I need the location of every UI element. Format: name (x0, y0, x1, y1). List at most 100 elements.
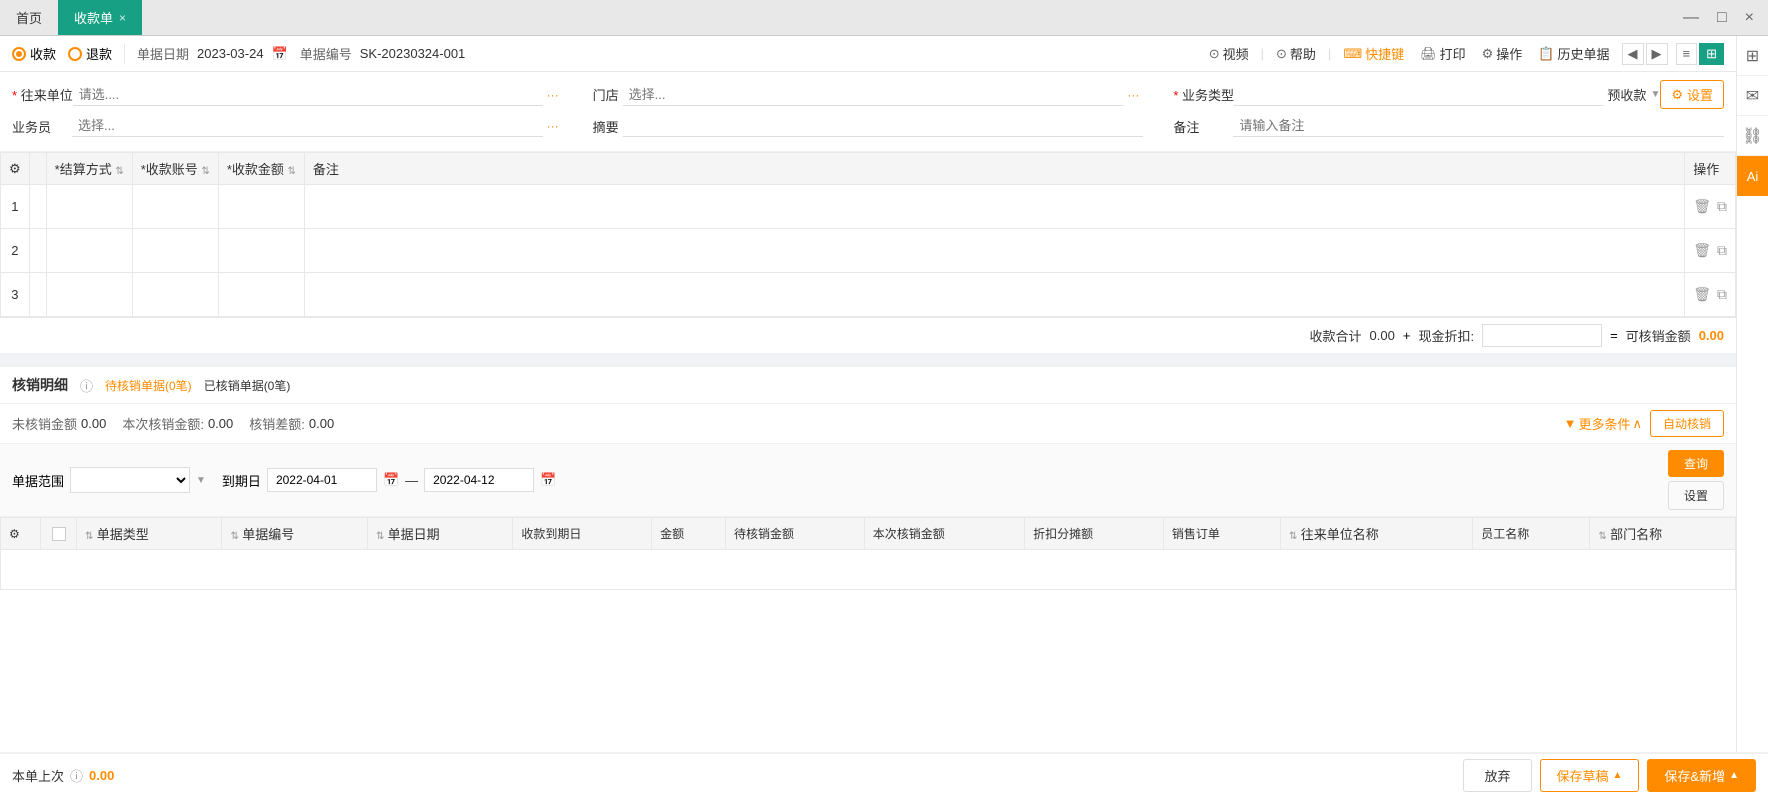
business-type-settings-btn[interactable]: ⚙ 设置 (1660, 80, 1724, 109)
business-type-input[interactable] (1234, 84, 1603, 106)
email-sidebar-icon[interactable]: ✉ (1737, 76, 1768, 116)
filter-right: ▼ 更多条件 ∧ 自动核销 (1564, 410, 1724, 437)
chevron-up-icon: ∧ (1632, 416, 1642, 432)
col-receipt-account-header: *收款账号 ⇅ (132, 153, 218, 185)
settings-icon: ⚙ (1671, 87, 1683, 103)
operation-btn[interactable]: ⚙ 操作 (1478, 42, 1527, 65)
business-type-arrow[interactable]: ▼ (1650, 89, 1660, 100)
due-date-start-input[interactable] (267, 468, 377, 492)
row-2-copy-icon[interactable]: ⧉ (1717, 242, 1727, 259)
section-title: 核销明细 (12, 375, 68, 395)
table-sidebar-icon[interactable]: ⊞ (1737, 36, 1768, 76)
row-1-action: 🗑 ⧉ (1685, 185, 1736, 229)
table-row: 1 🗑 ⧉ (1, 185, 1736, 229)
grid-view-btn[interactable]: ⊞ (1699, 43, 1724, 65)
due-date-end-input[interactable] (424, 468, 534, 492)
save-new-btn[interactable]: 保存&新增 ▲ (1647, 759, 1736, 792)
save-new-arrow[interactable]: ▲ (1729, 770, 1736, 781)
row-3-receipt-account[interactable] (132, 273, 218, 317)
row-2-receipt-account[interactable] (132, 229, 218, 273)
counterpart-more-btn[interactable]: ··· (543, 88, 563, 102)
col-settings-header[interactable]: ⚙ (1, 153, 30, 185)
video-label: 视频 (1223, 44, 1249, 63)
counterpart-input[interactable] (73, 84, 543, 106)
info-icon[interactable]: ⓘ (80, 376, 93, 395)
receipt-table: ⚙ *结算方式 ⇅ *收款账号 ⇅ (0, 152, 1736, 317)
done-tab[interactable]: 已核销单据(0笔) (204, 377, 291, 394)
list-view-btn[interactable]: ≡ (1676, 43, 1698, 65)
tab-close-icon[interactable]: × (119, 11, 126, 25)
tab-home[interactable]: 首页 (0, 0, 58, 35)
summary-input[interactable] (623, 115, 1144, 137)
doc-date-info: 单据日期 2023-03-24 📅 (137, 44, 288, 63)
pending-tab[interactable]: 待核销单据(0笔) (105, 377, 192, 394)
cal-end-icon[interactable]: 📅 (540, 472, 556, 488)
abandon-btn[interactable]: 放弃 (1463, 759, 1531, 792)
row-1-copy-icon[interactable]: ⧉ (1717, 198, 1727, 215)
save-draft-btn[interactable]: 保存草稿 ▲ (1540, 759, 1640, 792)
row-2-num: 2 (1, 229, 30, 273)
tab-receipt-label: 收款单 (74, 8, 113, 27)
ai-sidebar-icon[interactable]: Ai (1737, 156, 1768, 196)
save-draft-arrow[interactable]: ▲ (1613, 770, 1623, 781)
bottom-table-header-row: ⚙ ⇅ 单据类型 (1, 518, 1736, 550)
col-settings-bottom[interactable]: ⚙ (1, 518, 41, 550)
history-btn[interactable]: 📋 历史单据 (1534, 42, 1613, 65)
link-sidebar-icon[interactable]: ⛓ (1737, 116, 1768, 156)
form-area: * 往来单位 ··· 门店 ··· (0, 72, 1736, 152)
row-1-receipt-amount[interactable] (218, 185, 304, 229)
col-action-header: 操作 (1685, 153, 1736, 185)
row-3-receipt-amount[interactable] (218, 273, 304, 317)
print-btn[interactable]: 🖨 打印 (1416, 42, 1470, 65)
row-3-payment-method[interactable] (46, 273, 132, 317)
select-all-checkbox[interactable] (52, 527, 66, 541)
main-content: ⊞ ✉ ⛓ Ai 收款 退款 (0, 36, 1768, 796)
tab-receipt[interactable]: 收款单 × (58, 0, 142, 35)
query-btn[interactable]: 查询 (1668, 450, 1724, 477)
footer-right: 放弃 保存草稿 ▲ 保存&新增 ▲ (1463, 759, 1736, 792)
help-icon: ⊙ (1276, 46, 1287, 62)
tab-bar: 首页 收款单 × — □ × (0, 0, 1768, 36)
radio-receive[interactable]: 收款 (12, 44, 56, 63)
radio-return[interactable]: 退款 (68, 44, 112, 63)
salesperson-input[interactable] (72, 115, 543, 137)
calendar-icon[interactable]: 📅 (272, 46, 288, 62)
filter-actions: 查询 设置 (1668, 450, 1724, 510)
maximize-button[interactable]: □ (1711, 7, 1733, 29)
row-3-copy-icon[interactable]: ⧉ (1717, 286, 1727, 303)
remarks-input[interactable] (1233, 115, 1724, 137)
row-3-remarks[interactable] (304, 273, 1684, 317)
business-type-field: * 业务类型 预收款 ▼ ⚙ 设置 (1173, 80, 1724, 109)
row-1-remarks[interactable] (304, 185, 1684, 229)
video-btn[interactable]: ⊙ 视频 (1205, 42, 1253, 65)
row-2-delete-icon[interactable]: 🗑 (1693, 242, 1711, 259)
shop-more-btn[interactable]: ··· (1123, 88, 1143, 102)
nav-prev[interactable]: ◀ (1622, 43, 1644, 65)
range-select[interactable] (70, 467, 190, 493)
close-button[interactable]: × (1739, 7, 1760, 29)
row-3-action: 🗑 ⧉ (1685, 273, 1736, 317)
row-2-remarks[interactable] (304, 229, 1684, 273)
minimize-button[interactable]: — (1677, 7, 1705, 29)
col-current-amount: 本次核销金额 (864, 518, 1024, 550)
salesperson-more-btn[interactable]: ··· (543, 119, 563, 133)
row-2-receipt-amount[interactable] (218, 229, 304, 273)
shortcut-icon: ⌨ (1343, 46, 1362, 62)
row-1-payment-method[interactable] (46, 185, 132, 229)
shop-input[interactable] (623, 84, 1124, 106)
row-1-delete-icon[interactable]: 🗑 (1693, 198, 1711, 215)
row-2-payment-method[interactable] (46, 229, 132, 273)
col-due-date: 收款到期日 (513, 518, 652, 550)
help-btn[interactable]: ⊙ 帮助 (1272, 42, 1320, 65)
cal-start-icon[interactable]: 📅 (383, 472, 399, 488)
nav-next[interactable]: ▶ (1646, 43, 1668, 65)
content-wrapper: 收款 退款 单据日期 2023-03-24 📅 单据编号 SK-20230324… (0, 36, 1736, 796)
more-conditions-btn[interactable]: ▼ 更多条件 ∧ (1564, 414, 1642, 433)
row-3-delete-icon[interactable]: 🗑 (1693, 286, 1711, 303)
cash-discount-input[interactable] (1482, 324, 1602, 347)
help-label: 帮助 (1290, 44, 1316, 63)
shortcut-btn[interactable]: ⌨ 快捷键 (1339, 42, 1408, 65)
filter-settings-btn[interactable]: 设置 (1668, 481, 1724, 510)
row-1-receipt-account[interactable] (132, 185, 218, 229)
auto-verify-btn[interactable]: 自动核销 (1650, 410, 1724, 437)
